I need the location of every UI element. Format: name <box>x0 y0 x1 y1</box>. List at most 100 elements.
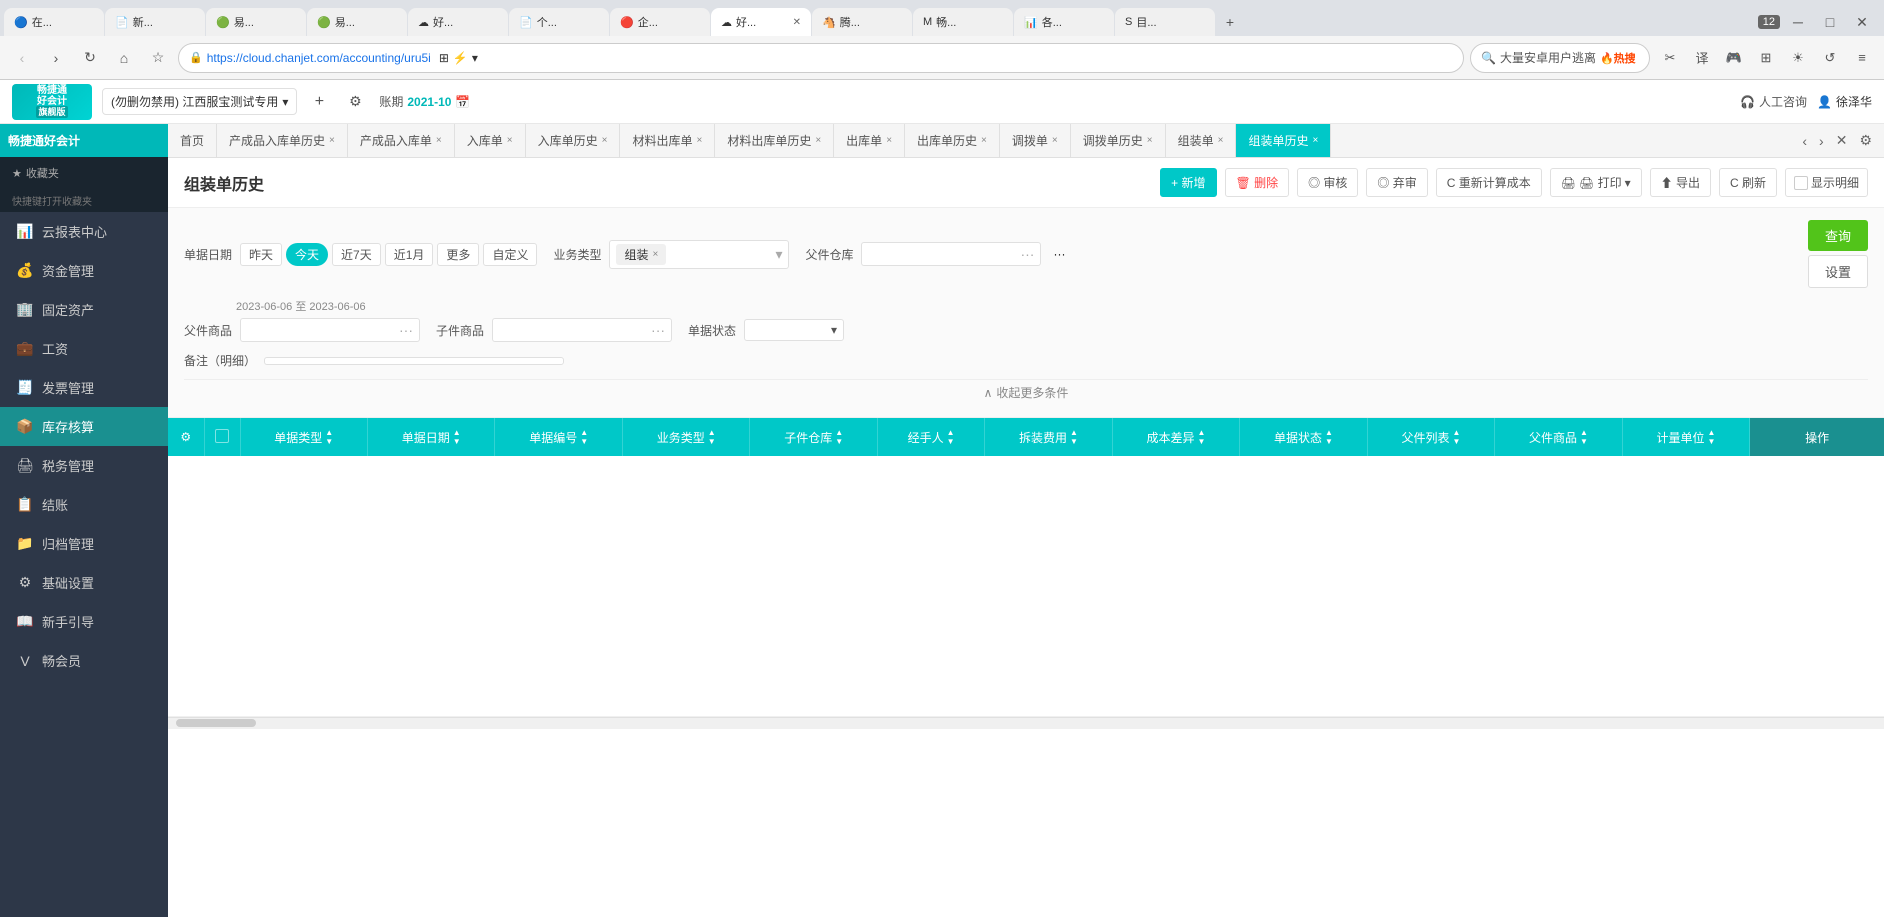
horizontal-scrollbar-thumb[interactable] <box>176 719 256 727</box>
sidebar-item-kucun[interactable]: 📦 库存核算 <box>0 407 168 446</box>
display-detail-toggle[interactable]: 显示明细 <box>1785 168 1868 197</box>
scrollbar-area[interactable] <box>168 717 1884 729</box>
refresh-button[interactable]: C 刷新 <box>1719 168 1777 197</box>
bookmark-button[interactable]: ☆ <box>144 44 172 72</box>
nav-tab-zu-hist-close[interactable]: × <box>1312 135 1318 146</box>
new-tab-button[interactable]: + <box>1216 8 1244 36</box>
browser-tab-5[interactable]: ☁ 好... <box>408 8 508 36</box>
nav-tab-out-close[interactable]: × <box>886 135 892 146</box>
nav-tab-out[interactable]: 出库单 × <box>834 124 905 157</box>
table-col-parent-list[interactable]: 父件列表 ▲▼ <box>1367 418 1494 456</box>
date-shortcut-1month[interactable]: 近1月 <box>385 243 434 266</box>
nav-tab-mat-out-hist-close[interactable]: × <box>815 135 821 146</box>
nav-tab-zu[interactable]: 组装单 × <box>1166 124 1237 157</box>
print-button[interactable]: 🖨 🖨 打印 ▾ <box>1550 168 1642 197</box>
browser-tab-1[interactable]: 🔵 在... <box>4 8 104 36</box>
recalc-button[interactable]: C 重新计算成本 <box>1436 168 1542 197</box>
sidebar-item-huiyuan[interactable]: V 畅会员 <box>0 641 168 680</box>
nav-tab-prod-in-hist[interactable]: 产成品入库单历史 × <box>217 124 348 157</box>
browser-tab-2[interactable]: 📄 新... <box>105 8 205 36</box>
table-col-parent-goods[interactable]: 父件商品 ▲▼ <box>1495 418 1622 456</box>
biz-type-input[interactable]: 组装 × ▾ <box>609 240 789 269</box>
browser-tab-10[interactable]: M 畅... <box>913 8 1013 36</box>
nav-tab-rk-hist-close[interactable]: × <box>507 135 513 146</box>
nav-tab-tiao-hist-close[interactable]: × <box>1147 135 1153 146</box>
forward-button[interactable]: › <box>42 44 70 72</box>
table-col-order-status[interactable]: 单据状态 ▲▼ <box>1240 418 1367 456</box>
table-col-biz-type[interactable]: 业务类型 ▲▼ <box>622 418 749 456</box>
browser-tab-6[interactable]: 📄 个... <box>509 8 609 36</box>
nav-tab-mat-out-hist[interactable]: 材料出库单历史 × <box>715 124 834 157</box>
brightness-icon-btn[interactable]: ☀ <box>1784 44 1812 72</box>
menu-icon-btn[interactable]: ≡ <box>1848 44 1876 72</box>
sidebar-item-zijin[interactable]: 💰 资金管理 <box>0 251 168 290</box>
nav-tabs-scroll-right[interactable]: › <box>1815 131 1828 151</box>
table-col-disassemble-fee[interactable]: 拆装费用 ▲▼ <box>985 418 1112 456</box>
browser-tab-11[interactable]: 📊 各... <box>1014 8 1114 36</box>
nav-tab-mat-out[interactable]: 材料出库单 × <box>620 124 715 157</box>
delete-button[interactable]: 🗑 删除 <box>1225 168 1290 197</box>
browser-tab-7[interactable]: 🔴 企... <box>610 8 710 36</box>
browser-tab-8[interactable]: ☁ 好... ✕ <box>711 8 811 36</box>
nav-tab-rk-hist[interactable]: 入库单 × <box>455 124 526 157</box>
nav-tab-rk-close[interactable]: × <box>602 135 608 146</box>
collapse-button[interactable]: ∧ 收起更多条件 <box>184 379 1868 405</box>
note-input[interactable] <box>264 357 564 365</box>
sidebar-item-guding[interactable]: 🏢 固定资产 <box>0 290 168 329</box>
date-shortcut-custom[interactable]: 自定义 <box>483 243 537 266</box>
game-icon-btn[interactable]: 🎮 <box>1720 44 1748 72</box>
translate-icon-btn[interactable]: 译 <box>1688 44 1716 72</box>
sidebar-item-xinshou[interactable]: 📖 新手引导 <box>0 602 168 641</box>
nav-tabs-close-all[interactable]: ✕ <box>1832 130 1852 151</box>
settings-button[interactable]: 设置 <box>1808 255 1868 288</box>
browser-tab-9[interactable]: 🐴 腾... <box>812 8 912 36</box>
company-settings-button[interactable]: ⚙ <box>341 88 369 116</box>
tab-close-8[interactable]: ✕ <box>793 17 801 28</box>
sidebar-item-guidan[interactable]: 📁 归档管理 <box>0 524 168 563</box>
table-col-settings[interactable]: ⚙ <box>168 418 204 456</box>
table-col-check[interactable] <box>204 418 240 456</box>
period-selector[interactable]: 账期 2021-10 📅 <box>379 93 470 110</box>
sidebar-bookmark[interactable]: ★ 收藏夹 <box>0 157 168 189</box>
nav-tabs-settings[interactable]: ⚙ <box>1855 130 1876 151</box>
export-button[interactable]: ⬆ 导出 <box>1650 168 1711 197</box>
scissors-icon-btn[interactable]: ✂ <box>1656 44 1684 72</box>
table-col-date[interactable]: 单据日期 ▲▼ <box>367 418 494 456</box>
sidebar-item-jichu[interactable]: ⚙ 基础设置 <box>0 563 168 602</box>
table-col-number[interactable]: 单据编号 ▲▼ <box>495 418 622 456</box>
add-button[interactable]: + 新增 <box>1160 168 1216 197</box>
audit-button[interactable]: ◎ 审核 <box>1297 168 1358 197</box>
search-bar[interactable]: 🔍 大量安卓用户逃离 🔥热搜 <box>1470 43 1650 73</box>
query-button[interactable]: 查询 <box>1808 220 1868 251</box>
service-button[interactable]: 🎧 人工咨询 <box>1740 93 1807 110</box>
home-button[interactable]: ⌂ <box>110 44 138 72</box>
table-col-handler[interactable]: 经手人 ▲▼ <box>877 418 984 456</box>
date-shortcut-7days[interactable]: 近7天 <box>332 243 381 266</box>
nav-tab-prod-in[interactable]: 产成品入库单 × <box>348 124 455 157</box>
sidebar-item-yunbiao[interactable]: 📊 云报表中心 <box>0 212 168 251</box>
nav-tab-zu-close[interactable]: × <box>1218 135 1224 146</box>
date-shortcut-more[interactable]: 更多 <box>437 243 479 266</box>
nav-tab-tiao[interactable]: 调拨单 × <box>1000 124 1071 157</box>
nav-tab-zu-hist[interactable]: 组装单历史 × <box>1236 124 1331 157</box>
nav-tab-tiao-hist[interactable]: 调拨单历史 × <box>1071 124 1166 157</box>
table-col-cost-diff[interactable]: 成本差异 ▲▼ <box>1112 418 1239 456</box>
close-window-button[interactable]: ✕ <box>1848 8 1876 36</box>
nav-tabs-scroll-left[interactable]: ‹ <box>1798 131 1811 151</box>
address-dropdown-icon[interactable]: ▾ <box>472 51 478 65</box>
user-info[interactable]: 👤 徐泽华 <box>1817 93 1872 110</box>
sidebar-item-fapiao[interactable]: 🧾 发票管理 <box>0 368 168 407</box>
date-shortcut-yesterday[interactable]: 昨天 <box>240 243 282 266</box>
add-company-button[interactable]: + <box>307 90 331 114</box>
reload-button[interactable]: ↻ <box>76 44 104 72</box>
history-icon-btn[interactable]: ↺ <box>1816 44 1844 72</box>
browser-tab-12[interactable]: S 目... <box>1115 8 1215 36</box>
nav-tab-prod-in-close[interactable]: × <box>436 135 442 146</box>
nav-tab-tiao-close[interactable]: × <box>1052 135 1058 146</box>
sidebar-item-jiezhang[interactable]: 📋 结账 <box>0 485 168 524</box>
table-col-unit[interactable]: 计量单位 ▲▼ <box>1622 418 1749 456</box>
order-status-select[interactable]: ▾ <box>744 319 844 341</box>
browser-tab-3[interactable]: 🟢 易... <box>206 8 306 36</box>
minimize-button[interactable]: ─ <box>1784 8 1812 36</box>
back-button[interactable]: ‹ <box>8 44 36 72</box>
